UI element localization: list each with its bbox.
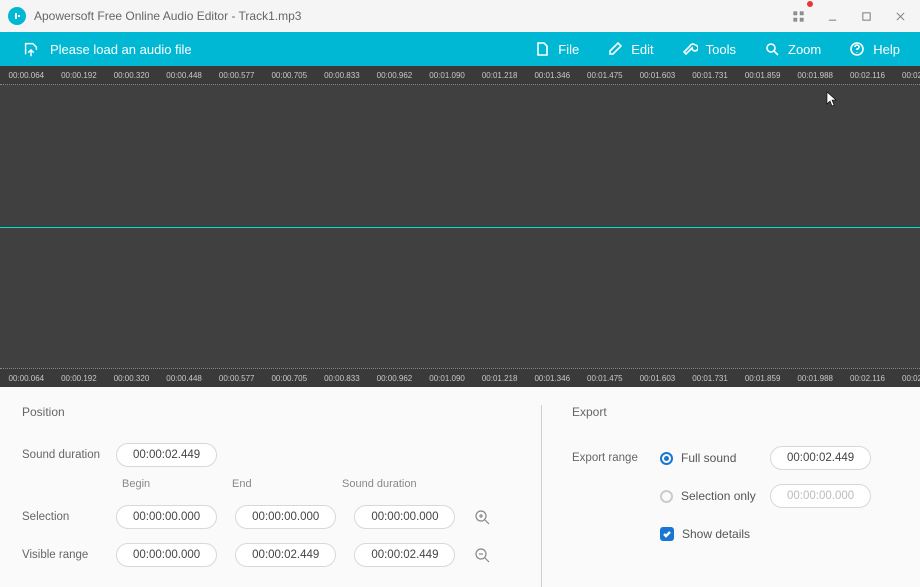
zoom-in-icon[interactable] bbox=[473, 508, 491, 526]
tools-menu[interactable]: Tools bbox=[668, 41, 750, 57]
zoom-menu[interactable]: Zoom bbox=[750, 41, 835, 57]
main-toolbar: Please load an audio file File Edit Tool… bbox=[0, 32, 920, 66]
ruler-tick: 00:01.603 bbox=[631, 374, 684, 383]
visible-end-field[interactable]: 00:00:02.449 bbox=[235, 543, 336, 567]
close-button[interactable] bbox=[888, 4, 912, 28]
pencil-icon bbox=[607, 41, 623, 57]
window-title: Apowersoft Free Online Audio Editor - Tr… bbox=[34, 9, 786, 23]
selection-end-field[interactable]: 00:00:00.000 bbox=[235, 505, 336, 529]
dur-header: Sound duration bbox=[336, 478, 440, 500]
ruler-tick: 00:00.320 bbox=[105, 374, 158, 383]
ruler-tick: 00:01.090 bbox=[421, 374, 474, 383]
checkbox-checked-icon bbox=[660, 527, 674, 541]
ruler-tick: 00:00.064 bbox=[0, 71, 53, 80]
app-icon bbox=[8, 7, 26, 25]
ruler-tick: 00:00.962 bbox=[368, 71, 421, 80]
ruler-tick: 00:00.448 bbox=[158, 374, 211, 383]
ruler-tick: 00:01.090 bbox=[421, 71, 474, 80]
waveform-centerline bbox=[0, 227, 920, 228]
sound-duration-label: Sound duration bbox=[22, 449, 116, 461]
ruler-tick: 00:00.320 bbox=[105, 71, 158, 80]
ruler-tick: 00:02.244 bbox=[894, 71, 920, 80]
radio-unchecked-icon bbox=[660, 490, 673, 503]
sound-duration-field[interactable]: 00:00:02.449 bbox=[116, 443, 217, 467]
export-panel: Export Export range Full sound 00:00:02.… bbox=[542, 405, 898, 587]
selection-only-radio[interactable]: Selection only bbox=[660, 489, 770, 503]
ruler-tick: 00:01.988 bbox=[789, 374, 842, 383]
ruler-tick: 00:01.475 bbox=[579, 374, 632, 383]
timeline-ruler-bottom[interactable]: 00:00.06400:00.19200:00.32000:00.44800:0… bbox=[0, 368, 920, 387]
ruler-tick: 00:00.064 bbox=[0, 374, 53, 383]
zoom-out-icon[interactable] bbox=[473, 546, 491, 564]
ruler-tick: 00:01.859 bbox=[736, 374, 789, 383]
ruler-tick: 00:00.705 bbox=[263, 71, 316, 80]
ruler-tick: 00:01.218 bbox=[473, 71, 526, 80]
ruler-tick: 00:01.988 bbox=[789, 71, 842, 80]
selection-dur-field[interactable]: 00:00:00.000 bbox=[354, 505, 455, 529]
zoom-icon bbox=[764, 41, 780, 57]
load-audio-button[interactable]: Please load an audio file bbox=[6, 40, 208, 58]
upload-icon bbox=[22, 40, 40, 58]
full-sound-time-field[interactable]: 00:00:02.449 bbox=[770, 446, 871, 470]
ruler-tick: 00:00.577 bbox=[210, 71, 263, 80]
selection-begin-field[interactable]: 00:00:00.000 bbox=[116, 505, 217, 529]
ruler-tick: 00:01.346 bbox=[526, 71, 579, 80]
ruler-tick: 00:01.346 bbox=[526, 374, 579, 383]
ruler-tick: 00:00.192 bbox=[53, 374, 106, 383]
ruler-tick: 00:01.859 bbox=[736, 71, 789, 80]
full-sound-radio[interactable]: Full sound bbox=[660, 451, 770, 465]
begin-header: Begin bbox=[116, 478, 208, 500]
waveform-area[interactable] bbox=[0, 85, 920, 368]
visible-dur-field[interactable]: 00:00:02.449 bbox=[354, 543, 455, 567]
radio-checked-icon bbox=[660, 452, 673, 465]
position-panel: Position Sound duration 00:00:02.449 Beg… bbox=[22, 405, 542, 587]
selection-only-time-field: 00:00:00.000 bbox=[770, 484, 871, 508]
titlebar: Apowersoft Free Online Audio Editor - Tr… bbox=[0, 0, 920, 32]
edit-menu[interactable]: Edit bbox=[593, 41, 667, 57]
ruler-tick: 00:01.603 bbox=[631, 71, 684, 80]
cursor-icon bbox=[826, 91, 838, 110]
end-header: End bbox=[226, 478, 318, 500]
timeline-ruler-top[interactable]: 00:00.06400:00.19200:00.32000:00.44800:0… bbox=[0, 66, 920, 85]
apps-icon[interactable] bbox=[786, 4, 810, 28]
wrench-icon bbox=[682, 41, 698, 57]
position-title: Position bbox=[22, 405, 523, 419]
visible-begin-field[interactable]: 00:00:00.000 bbox=[116, 543, 217, 567]
file-icon bbox=[534, 41, 550, 57]
help-icon bbox=[849, 41, 865, 57]
ruler-tick: 00:00.192 bbox=[53, 71, 106, 80]
ruler-tick: 00:02.116 bbox=[842, 374, 894, 383]
file-menu[interactable]: File bbox=[520, 41, 593, 57]
ruler-tick: 00:00.705 bbox=[263, 374, 316, 383]
ruler-tick: 00:02.116 bbox=[842, 71, 894, 80]
ruler-tick: 00:01.731 bbox=[684, 374, 737, 383]
export-title: Export bbox=[572, 405, 898, 419]
ruler-tick: 00:00.833 bbox=[316, 71, 369, 80]
ruler-tick: 00:00.577 bbox=[210, 374, 263, 383]
show-details-checkbox[interactable]: Show details bbox=[660, 527, 750, 541]
ruler-tick: 00:02.244 bbox=[894, 374, 920, 383]
ruler-tick: 00:00.833 bbox=[316, 374, 369, 383]
ruler-tick: 00:01.218 bbox=[473, 374, 526, 383]
load-label: Please load an audio file bbox=[50, 42, 192, 57]
ruler-tick: 00:01.475 bbox=[579, 71, 632, 80]
info-panel: Position Sound duration 00:00:02.449 Beg… bbox=[0, 387, 920, 587]
ruler-tick: 00:01.731 bbox=[684, 71, 737, 80]
ruler-tick: 00:00.448 bbox=[158, 71, 211, 80]
minimize-button[interactable] bbox=[820, 4, 844, 28]
selection-label: Selection bbox=[22, 511, 116, 523]
help-menu[interactable]: Help bbox=[835, 41, 914, 57]
ruler-tick: 00:00.962 bbox=[368, 374, 421, 383]
export-range-label: Export range bbox=[572, 452, 660, 464]
visible-range-label: Visible range bbox=[22, 549, 116, 561]
maximize-button[interactable] bbox=[854, 4, 878, 28]
